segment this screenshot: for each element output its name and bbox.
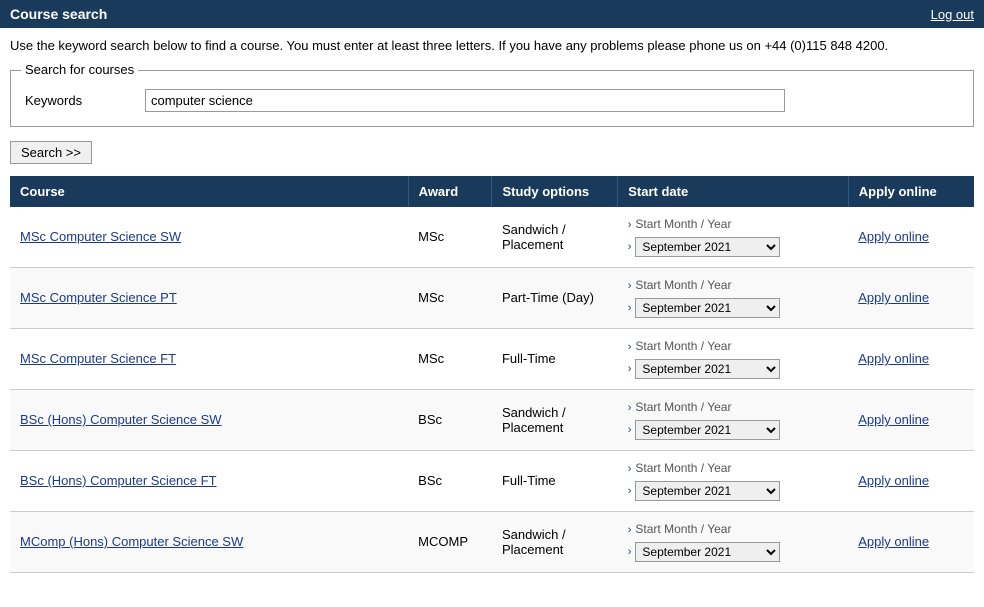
logout-link[interactable]: Log out [931, 7, 974, 22]
chevron-icon: › [628, 524, 632, 536]
start-month-year-label: Start Month / Year [635, 217, 731, 231]
chevron-icon: › [628, 241, 632, 253]
apply-online-link[interactable]: Apply online [858, 351, 929, 366]
award-cell: MCOMP [408, 511, 492, 572]
start-month-select-row: ›September 2021January 2022September 202… [628, 420, 839, 440]
start-month-select-row: ›September 2021January 2022September 202… [628, 298, 839, 318]
col-header-award: Award [408, 176, 492, 207]
apply-online-cell: Apply online [848, 389, 974, 450]
search-legend: Search for courses [21, 62, 138, 77]
start-month-label-row: ›Start Month / Year [628, 278, 839, 294]
table-row: MSc Computer Science SW MScSandwich / Pla… [10, 207, 974, 268]
month-year-select[interactable]: September 2021January 2022September 2022 [635, 420, 780, 440]
study-options-cell: Full-Time [492, 450, 618, 511]
search-for-courses-box: Search for courses Keywords [10, 70, 974, 127]
study-options-cell: Part-Time (Day) [492, 267, 618, 328]
course-link[interactable]: MSc Computer Science PT [20, 290, 177, 305]
start-month-label-row: ›Start Month / Year [628, 400, 839, 416]
search-button-area: Search >> [0, 133, 984, 172]
start-date-cell: ›Start Month / Year›September 2021Januar… [618, 267, 849, 328]
start-month-label-row: ›Start Month / Year [628, 217, 839, 233]
apply-online-link[interactable]: Apply online [858, 229, 929, 244]
page-header: Course search Log out [0, 0, 984, 28]
col-header-course: Course [10, 176, 408, 207]
award-cell: BSc [408, 389, 492, 450]
start-month-select-row: ›September 2021January 2022September 202… [628, 542, 839, 562]
results-table: Course Award Study options Start date Ap… [10, 176, 974, 573]
month-year-select[interactable]: September 2021January 2022September 2022 [635, 359, 780, 379]
course-link[interactable]: BSc (Hons) Computer Science FT [20, 473, 217, 488]
start-month-year-label: Start Month / Year [635, 522, 731, 536]
table-header-row: Course Award Study options Start date Ap… [10, 176, 974, 207]
course-link[interactable]: MSc Computer Science SW [20, 229, 181, 244]
start-month-select-row: ›September 2021January 2022September 202… [628, 359, 839, 379]
start-month-select-row: ›September 2021January 2022September 202… [628, 237, 839, 257]
start-month-select-row: ›September 2021January 2022September 202… [628, 481, 839, 501]
apply-online-cell: Apply online [848, 450, 974, 511]
award-cell: MSc [408, 267, 492, 328]
award-cell: MSc [408, 207, 492, 268]
chevron-icon: › [628, 546, 632, 558]
award-cell: BSc [408, 450, 492, 511]
intro-text: Use the keyword search below to find a c… [0, 28, 984, 64]
apply-online-cell: Apply online [848, 207, 974, 268]
month-year-select[interactable]: September 2021January 2022September 2022 [635, 298, 780, 318]
award-cell: MSc [408, 328, 492, 389]
search-button[interactable]: Search >> [10, 141, 92, 164]
table-row: BSc (Hons) Computer Science FT BScFull-Ti… [10, 450, 974, 511]
apply-online-cell: Apply online [848, 328, 974, 389]
chevron-icon: › [628, 463, 632, 475]
chevron-icon: › [628, 280, 632, 292]
table-row: MSc Computer Science FTMScFull-Time›Star… [10, 328, 974, 389]
start-month-year-label: Start Month / Year [635, 461, 731, 475]
apply-online-link[interactable]: Apply online [858, 473, 929, 488]
col-header-study: Study options [492, 176, 618, 207]
start-date-cell: ›Start Month / Year›September 2021Januar… [618, 389, 849, 450]
keywords-row: Keywords [25, 89, 959, 112]
chevron-icon: › [628, 402, 632, 414]
start-month-label-row: ›Start Month / Year [628, 339, 839, 355]
apply-online-cell: Apply online [848, 511, 974, 572]
study-options-cell: Sandwich / Placement [492, 207, 618, 268]
chevron-icon: › [628, 363, 632, 375]
col-header-start: Start date [618, 176, 849, 207]
chevron-icon: › [628, 424, 632, 436]
apply-online-cell: Apply online [848, 267, 974, 328]
start-date-cell: ›Start Month / Year›September 2021Januar… [618, 207, 849, 268]
start-month-label-row: ›Start Month / Year [628, 522, 839, 538]
chevron-icon: › [628, 341, 632, 353]
start-date-cell: ›Start Month / Year›September 2021Januar… [618, 511, 849, 572]
month-year-select[interactable]: September 2021January 2022September 2022 [635, 237, 780, 257]
start-month-year-label: Start Month / Year [635, 400, 731, 414]
study-options-cell: Sandwich / Placement [492, 511, 618, 572]
table-row: MSc Computer Science PT MScPart-Time (Day… [10, 267, 974, 328]
course-link[interactable]: MComp (Hons) Computer Science SW [20, 534, 243, 549]
page-title: Course search [10, 6, 107, 22]
chevron-icon: › [628, 485, 632, 497]
start-month-year-label: Start Month / Year [635, 278, 731, 292]
apply-online-link[interactable]: Apply online [858, 412, 929, 427]
col-header-apply: Apply online [848, 176, 974, 207]
start-date-cell: ›Start Month / Year›September 2021Januar… [618, 328, 849, 389]
apply-online-link[interactable]: Apply online [858, 290, 929, 305]
study-options-cell: Sandwich / Placement [492, 389, 618, 450]
start-month-year-label: Start Month / Year [635, 339, 731, 353]
keywords-input[interactable] [145, 89, 785, 112]
start-month-label-row: ›Start Month / Year [628, 461, 839, 477]
month-year-select[interactable]: September 2021January 2022September 2022 [635, 542, 780, 562]
study-options-cell: Full-Time [492, 328, 618, 389]
course-link[interactable]: BSc (Hons) Computer Science SW [20, 412, 222, 427]
chevron-icon: › [628, 219, 632, 231]
chevron-icon: › [628, 302, 632, 314]
course-link[interactable]: MSc Computer Science FT [20, 351, 176, 366]
apply-online-link[interactable]: Apply online [858, 534, 929, 549]
month-year-select[interactable]: September 2021January 2022September 2022 [635, 481, 780, 501]
keywords-label: Keywords [25, 93, 145, 108]
table-row: BSc (Hons) Computer Science SW BScSandwic… [10, 389, 974, 450]
table-row: MComp (Hons) Computer Science SW MCOMPSan… [10, 511, 974, 572]
start-date-cell: ›Start Month / Year›September 2021Januar… [618, 450, 849, 511]
